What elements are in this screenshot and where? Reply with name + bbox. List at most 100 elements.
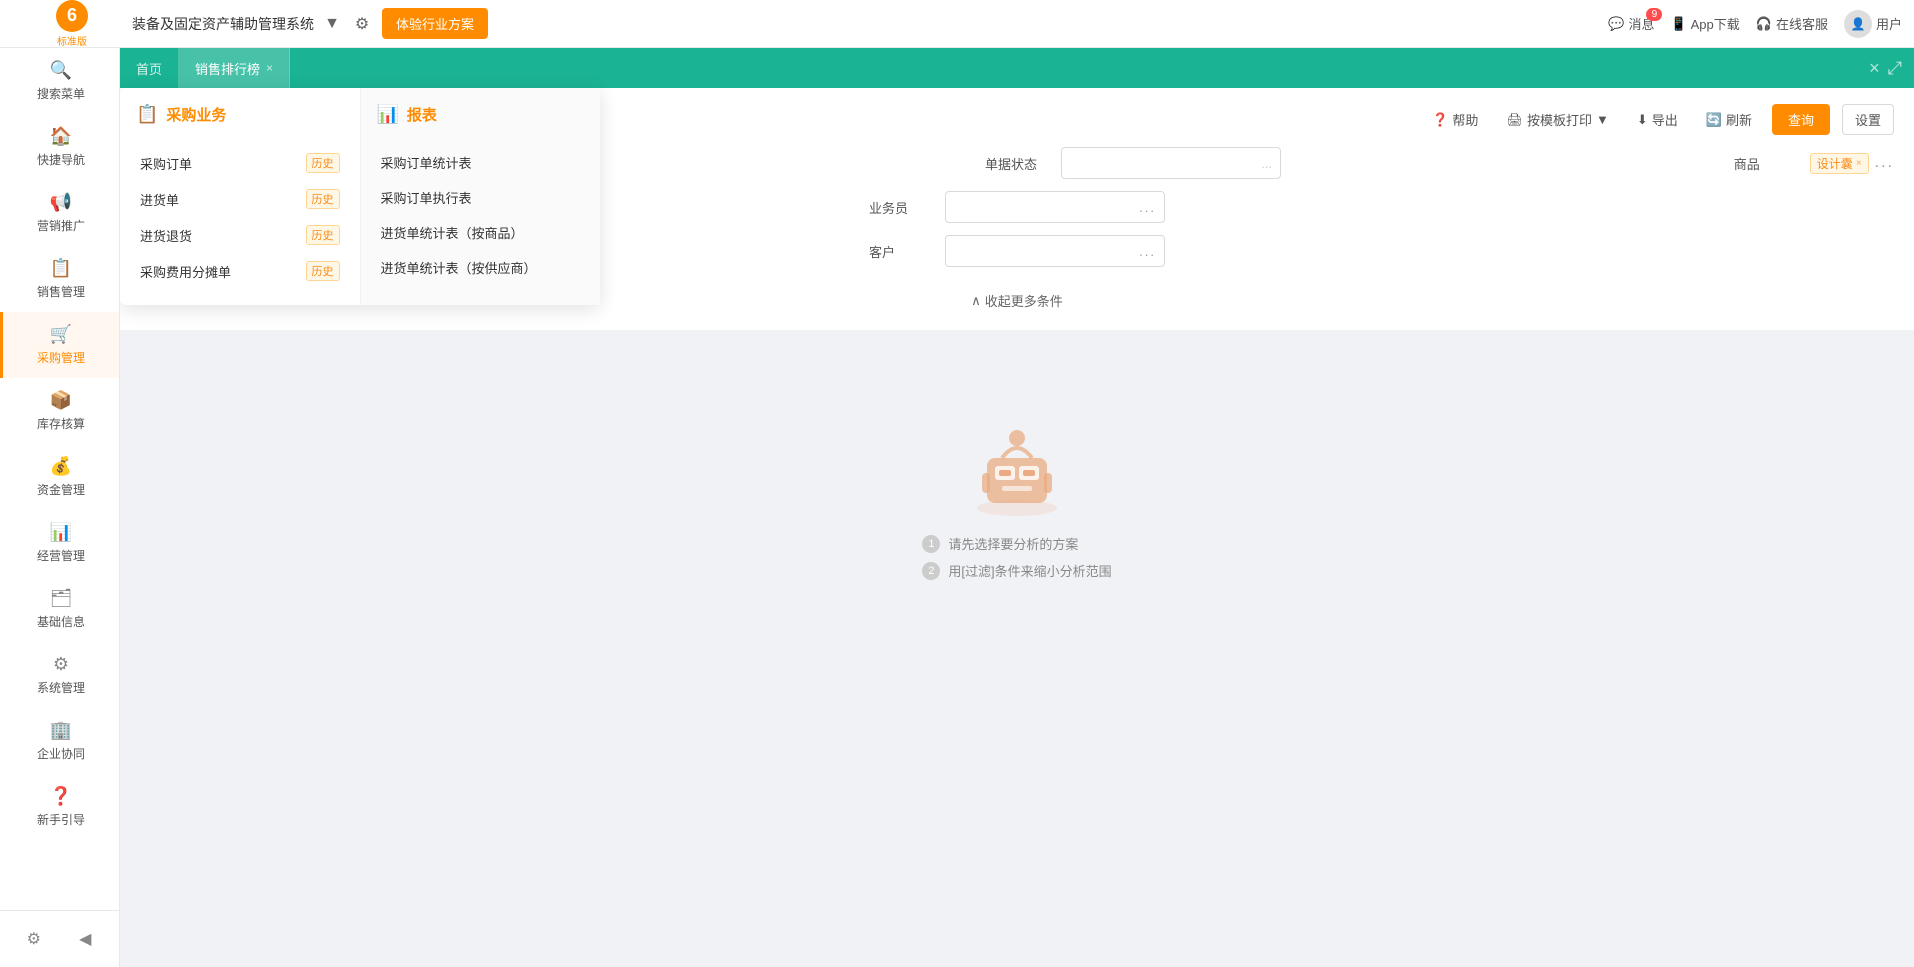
tab-sales-ranking-label: 销售排行榜 — [195, 59, 260, 78]
sidebar-item-label: 库存核算 — [37, 415, 85, 432]
help-button[interactable]: ❓ 帮助 — [1424, 106, 1486, 133]
message-badge: 9 — [1646, 8, 1662, 21]
sidebar-item-inventory[interactable]: 📦 库存核算 — [0, 378, 119, 444]
guide-icon: ❓ — [50, 786, 72, 807]
sidebar-item-cooperation[interactable]: 🏢 企业协同 — [0, 708, 119, 774]
tab-home-label: 首页 — [136, 59, 162, 78]
print-dropdown-icon[interactable]: ▼ — [1596, 112, 1609, 127]
dropdown-item-purchase-order[interactable]: 采购订单 历史 — [136, 145, 344, 181]
refresh-button[interactable]: 🔄 刷新 — [1698, 106, 1760, 133]
sidebar-collapse-button[interactable]: ◀ — [69, 923, 101, 955]
purchase-business-col: 📋 采购业务 采购订单 历史 进货单 历史 进货退货 历史 — [120, 88, 360, 305]
sidebar-item-guide[interactable]: ❓ 新手引导 — [0, 774, 119, 840]
sidebar-item-purchase[interactable]: 🛒 采购管理 — [0, 312, 119, 378]
sidebar-item-label: 基础信息 — [37, 613, 85, 630]
sidebar-item-label: 快捷导航 — [37, 151, 85, 168]
dropdown-item-purchase-order-stats[interactable]: 采购订单统计表 — [377, 145, 585, 180]
help-icon: ❓ — [1432, 112, 1448, 128]
operations-icon: 📊 — [50, 522, 72, 543]
sidebar-item-basic[interactable]: 🗂 基础信息 — [0, 576, 119, 642]
customer-dots: ... — [1139, 244, 1156, 259]
sidebar-item-label: 经营管理 — [37, 547, 85, 564]
message-icon: 💬 — [1608, 16, 1624, 32]
history-badge: 历史 — [306, 189, 340, 209]
export-label: 导出 — [1652, 110, 1678, 129]
purchase-dropdown-menu: 📋 采购业务 采购订单 历史 进货单 历史 进货退货 历史 — [120, 88, 600, 305]
sidebar-item-finance[interactable]: 💰 资金管理 — [0, 444, 119, 510]
sidebar-item-label: 资金管理 — [37, 481, 85, 498]
dropdown-item-goods-stats-by-supplier[interactable]: 进货单统计表（按供应商） — [377, 250, 585, 285]
product-more-dots[interactable]: ... — [1875, 154, 1894, 172]
sidebar-item-marketing[interactable]: 📢 营销推广 — [0, 180, 119, 246]
sidebar-item-system[interactable]: ⚙ 系统管理 — [0, 642, 119, 708]
dropdown-item-goods-receipt[interactable]: 进货单 历史 — [136, 181, 344, 217]
app-download-label: App下载 — [1691, 14, 1740, 33]
user-button[interactable]: 👤 用户 — [1844, 10, 1902, 38]
collapse-button[interactable]: ∧ 收起更多条件 — [971, 291, 1063, 310]
sidebar-item-label: 采购管理 — [37, 349, 85, 366]
header-middle: 装备及固定资产辅助管理系统 ▼ ⚙ 体验行业方案 — [132, 8, 1608, 39]
product-tag-text: 设计囊 — [1817, 155, 1853, 172]
doc-status-dots: ... — [1261, 156, 1272, 171]
sidebar-settings-button[interactable]: ⚙ — [18, 923, 50, 955]
sales-icon: 📋 — [50, 258, 72, 279]
report-col-header: 📊 报表 — [377, 104, 585, 133]
product-tag: 设计囊 × — [1810, 153, 1869, 174]
dropdown-item-label: 采购订单 — [140, 154, 192, 173]
tab-sales-ranking[interactable]: 销售排行榜 × — [179, 48, 290, 88]
report-col: 📊 报表 采购订单统计表 采购订单执行表 进货单统计表（按商品） 进货单统计表（… — [360, 88, 601, 305]
purchase-col-header: 📋 采购业务 — [136, 104, 344, 133]
header-settings-icon[interactable]: ⚙ — [350, 12, 374, 36]
doc-status-select[interactable]: ... — [1061, 147, 1281, 179]
hint2-text: 用[过滤]条件来缩小分析范围 — [948, 561, 1111, 580]
app-download-button[interactable]: 📱 App下载 — [1670, 14, 1739, 33]
sidebar-item-label: 营销推广 — [37, 217, 85, 234]
dropdown-item-goods-stats-by-product[interactable]: 进货单统计表（按商品） — [377, 215, 585, 250]
dropdown-item-goods-return[interactable]: 进货退货 历史 — [136, 217, 344, 253]
sidebar-item-quicknav[interactable]: 🏠 快捷导航 — [0, 114, 119, 180]
hint1-text: 请先选择要分析的方案 — [948, 534, 1078, 553]
collapse-icon: ∧ — [971, 293, 981, 309]
query-button[interactable]: 查询 — [1772, 104, 1830, 135]
logo-subtext: 标准版 — [57, 33, 87, 48]
purchase-col-icon: 📋 — [136, 104, 158, 125]
user-avatar: 👤 — [1844, 10, 1872, 38]
tab-close-icon[interactable]: × — [266, 61, 273, 75]
report-col-icon: 📊 — [377, 104, 399, 125]
salesperson-select[interactable]: ... — [945, 191, 1165, 223]
window-close-button[interactable]: × — [1869, 58, 1880, 79]
sidebar-bottom: ⚙ ◀ — [0, 910, 119, 967]
sidebar-item-label: 新手引导 — [37, 811, 85, 828]
print-button[interactable]: 🖨 按模板打印 ▼ — [1498, 106, 1616, 133]
sidebar-item-operations[interactable]: 📊 经营管理 — [0, 510, 119, 576]
sidebar-item-search[interactable]: 🔍 搜索菜单 — [0, 48, 119, 114]
collapse-label: 收起更多条件 — [985, 291, 1063, 310]
sidebar-item-sales[interactable]: 📋 销售管理 — [0, 246, 119, 312]
dropdown-item-purchase-order-exec[interactable]: 采购订单执行表 — [377, 180, 585, 215]
sidebar-item-label: 系统管理 — [37, 679, 85, 696]
dropdown-item-purchase-expense[interactable]: 采购费用分摊单 历史 — [136, 253, 344, 289]
finance-icon: 💰 — [50, 456, 72, 477]
industry-button[interactable]: 体验行业方案 — [382, 8, 488, 39]
customer-select[interactable]: ... — [945, 235, 1165, 267]
tab-home[interactable]: 首页 — [120, 48, 179, 88]
sidebar: 🔍 搜索菜单 🏠 快捷导航 📢 营销推广 📋 销售管理 🛒 采购管理 📦 库存核… — [0, 48, 120, 967]
window-maximize-button[interactable]: ⤢ — [1888, 58, 1902, 79]
content-area: 首页 销售排行榜 × × ⤢ 📋 采购业务 — [120, 48, 1914, 967]
settings-button[interactable]: 设置 — [1842, 104, 1894, 135]
export-button[interactable]: ⬇ 导出 — [1629, 106, 1686, 133]
message-button[interactable]: 💬 消息 9 — [1608, 14, 1654, 33]
refresh-label: 刷新 — [1726, 110, 1752, 129]
header-dropdown-icon[interactable]: ▼ — [322, 14, 342, 34]
sidebar-item-label: 搜索菜单 — [37, 85, 85, 102]
report-col-title: 报表 — [407, 104, 437, 125]
tab-right-buttons: × ⤢ — [1857, 58, 1914, 79]
user-label: 用户 — [1876, 14, 1902, 33]
product-tag-close[interactable]: × — [1856, 158, 1862, 169]
tab-bar: 首页 销售排行榜 × × ⤢ — [120, 48, 1914, 88]
logo-icon: 6 — [56, 0, 88, 32]
product-control: 设计囊 × ... — [1810, 153, 1894, 174]
search-icon: 🔍 — [50, 60, 72, 81]
export-icon: ⬇ — [1637, 112, 1648, 128]
online-service-button[interactable]: 🎧 在线客服 — [1756, 14, 1828, 33]
